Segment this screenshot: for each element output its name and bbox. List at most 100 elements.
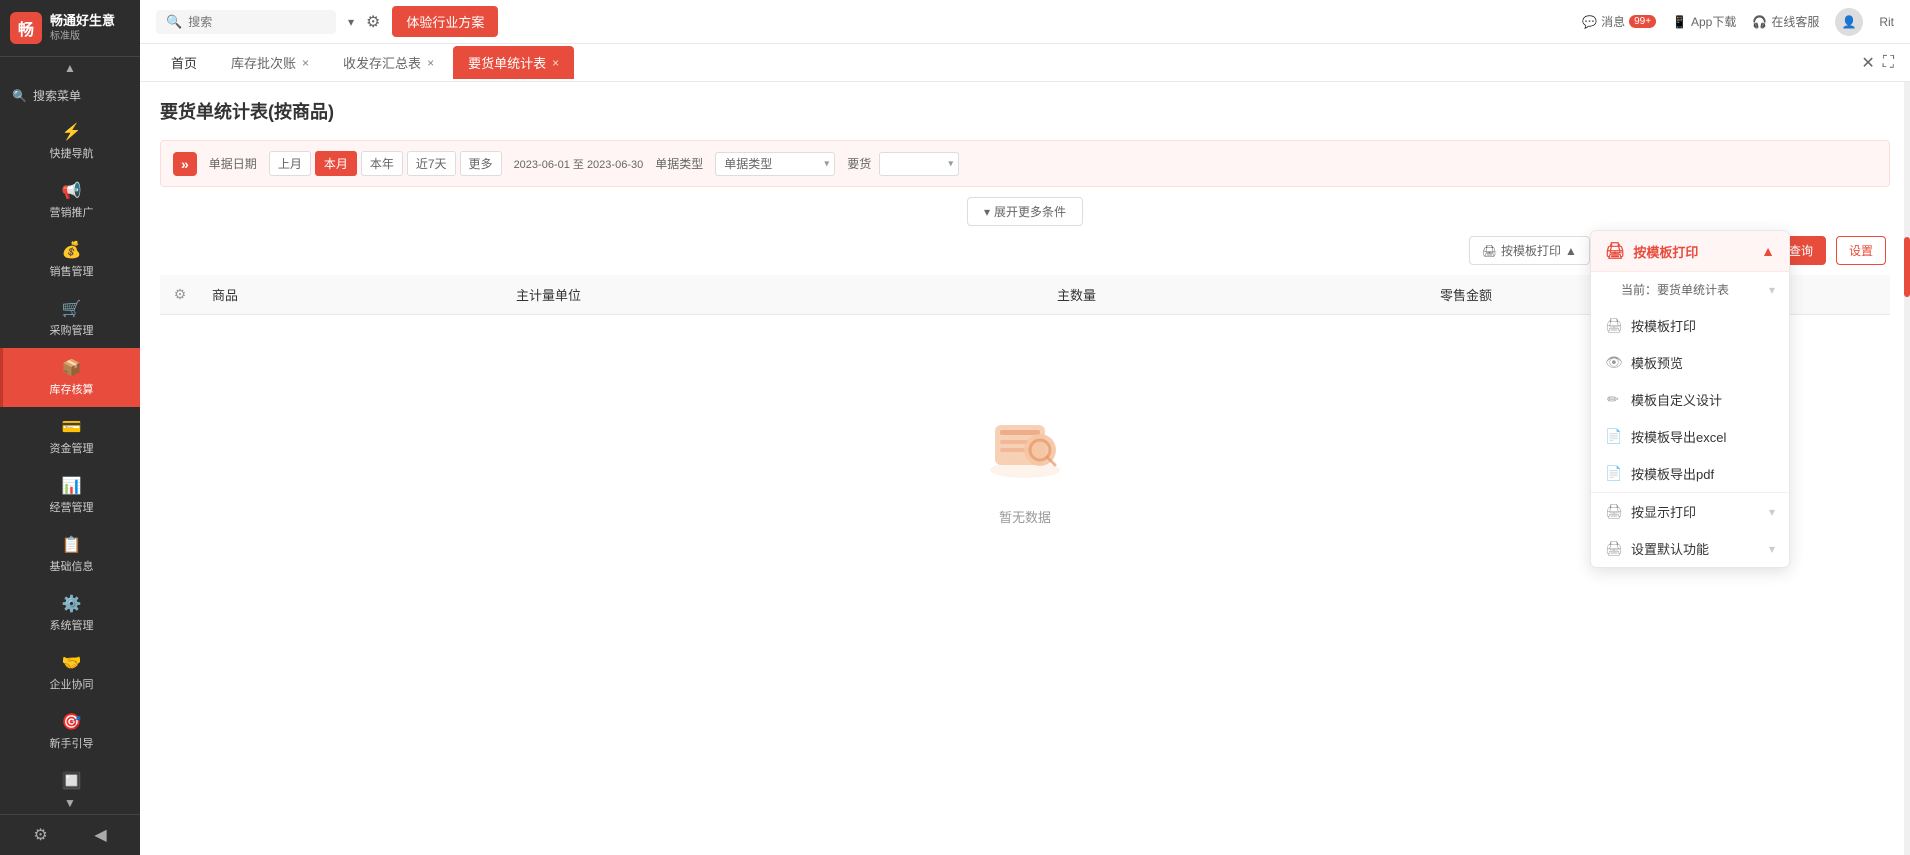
dropdown-item-template-custom[interactable]: ✏模板自定义设计	[1591, 381, 1789, 418]
sidebar-item-operation[interactable]: 📊经营管理	[0, 466, 140, 525]
topbar-app-download[interactable]: 📱 App下载	[1672, 13, 1736, 30]
sidebar-settings-icon[interactable]: ⚙	[33, 825, 47, 845]
dropdown-item-template-preview[interactable]: 👁模板预览	[1591, 344, 1789, 381]
topbar-search-input[interactable]	[188, 15, 308, 29]
tab-label-inventory-batch: 库存批次账	[231, 53, 296, 72]
tab-close-all-icon[interactable]: ✕	[1861, 53, 1874, 73]
expand-more-btn[interactable]: ▾ 展开更多条件	[967, 197, 1083, 226]
topbar-message[interactable]: 💬 消息 99+	[1582, 13, 1656, 30]
sidebar-scroll-down[interactable]: ▼	[0, 792, 140, 814]
app-download-label: App下载	[1691, 13, 1736, 30]
sidebar: 畅 畅通好生意 标准版 ▲ 🔍 搜索菜单 ⚡ 快捷导航 📢营销推广💰销售管理🛒采购管…	[0, 0, 140, 855]
filter-date-range: 2023-06-01 至 2023-06-30	[514, 156, 644, 172]
dropdown-current-label: 当前：要货单统计表	[1621, 281, 1729, 298]
topbar-search-wrap[interactable]: 🔍	[156, 10, 336, 34]
dropdown-item-template-export-pdf[interactable]: 📄按模板导出pdf	[1591, 455, 1789, 492]
sidebar-item-system[interactable]: ⚙️系统管理	[0, 584, 140, 643]
scrollbar-thumb[interactable]	[1904, 237, 1910, 297]
table-col-settings: ⚙	[160, 275, 200, 315]
app-logo-text: 畅通好生意 标准版	[50, 13, 115, 43]
tab-receivable-summary[interactable]: 收发存汇总表 ×	[328, 46, 449, 79]
sidebar-scroll-up[interactable]: ▲	[0, 57, 140, 79]
table-settings-icon[interactable]: ⚙	[174, 286, 187, 302]
filter-yaohuo-select-wrap	[879, 152, 959, 176]
dropdown-current-item[interactable]: 当前：要货单统计表 ▾	[1591, 272, 1789, 307]
sidebar-item-inventory[interactable]: 📦库存核算	[0, 348, 140, 407]
print-btn-chevron: ▲	[1565, 244, 1577, 258]
topbar-dropdown-arrow[interactable]: ▾	[348, 15, 354, 29]
filter-bar: » 单据日期 上月本月本年近7天更多 2023-06-01 至 2023-06-…	[160, 140, 1890, 187]
filter-date-btn-本年[interactable]: 本年	[361, 151, 403, 176]
sidebar-bottom: ⚙ ◀	[0, 814, 140, 855]
dropdown-header[interactable]: 🖨 按模板打印 ▲	[1591, 231, 1789, 272]
filter-date-btn-上月[interactable]: 上月	[269, 151, 311, 176]
dropdown-section-label-default-function: 设置默认功能	[1631, 539, 1709, 558]
settings-btn[interactable]: 设置	[1836, 236, 1886, 265]
sidebar-search[interactable]: 🔍 搜索菜单	[0, 79, 140, 112]
tab-order-stats[interactable]: 要货单统计表×	[453, 46, 574, 79]
topbar-search-icon: 🔍	[166, 14, 182, 30]
dropdown-section: 🖨按显示打印▾🖨设置默认功能▾	[1591, 492, 1789, 567]
expand-more-icon: ▾	[984, 205, 990, 219]
dropdown-section-item-display-print[interactable]: 🖨按显示打印▾	[1591, 493, 1789, 530]
sidebar-search-label: 搜索菜单	[33, 87, 81, 104]
nav-label-basic-info: 基础信息	[50, 558, 94, 574]
nav-icon-purchase: 🛒	[62, 299, 82, 319]
tab-expand-icon[interactable]: ⛶	[1883, 54, 1894, 72]
tab-close-inventory-batch[interactable]: ×	[302, 56, 309, 70]
filter-expand-row: ▾ 展开更多条件	[160, 197, 1890, 226]
dropdown-current-chevron: ▾	[1769, 283, 1775, 297]
message-badge: 99+	[1629, 15, 1656, 28]
filter-yaohuo-select[interactable]	[879, 152, 959, 176]
tab-inventory-batch[interactable]: 库存批次账 ×	[216, 46, 324, 79]
table-col-product: 商品	[200, 275, 504, 315]
topbar-online-service[interactable]: 🎧 在线客服	[1752, 13, 1819, 30]
dropdown-close-icon[interactable]: ▲	[1761, 243, 1775, 259]
sidebar-item-sales[interactable]: 💰销售管理	[0, 230, 140, 289]
dropdown-item-icon-template-custom: ✏	[1605, 391, 1621, 408]
dropdown-item-template-print[interactable]: 🖨按模板打印	[1591, 307, 1789, 344]
tab-close-receivable-summary[interactable]: ×	[427, 56, 434, 70]
sidebar-item-app-center[interactable]: 🔲应用中心	[0, 761, 140, 792]
filter-date-btn-近7天[interactable]: 近7天	[407, 151, 456, 176]
sidebar-item-quick-nav[interactable]: ⚡ 快捷导航	[0, 112, 140, 171]
topbar-gear-icon[interactable]: ⚙	[366, 12, 380, 32]
nav-icon-quick-nav: ⚡	[62, 122, 82, 142]
tab-label-receivable-summary: 收发存汇总表	[343, 53, 421, 72]
dropdown-item-template-export-excel[interactable]: 📄按模板导出excel	[1591, 418, 1789, 455]
online-service-icon: 🎧	[1752, 15, 1767, 29]
print-dropdown: 🖨 按模板打印 ▲ 当前：要货单统计表 ▾ 🖨按模板打印👁模板预览✏模板自定义设…	[1590, 230, 1790, 568]
dropdown-header-label: 按模板打印	[1633, 242, 1698, 261]
sidebar-logo[interactable]: 畅 畅通好生意 标准版	[0, 0, 140, 57]
sidebar-item-guide[interactable]: 🎯新手引导	[0, 702, 140, 761]
expand-more-label: 展开更多条件	[994, 203, 1066, 220]
dropdown-item-label-template-export-pdf: 按模板导出pdf	[1631, 464, 1714, 483]
online-service-label: 在线客服	[1771, 13, 1819, 30]
tab-home[interactable]: 首页	[156, 46, 212, 79]
message-label: 消息	[1601, 13, 1625, 30]
topbar-avatar[interactable]: 👤	[1835, 8, 1863, 36]
table-col-quantity: 主数量	[1045, 275, 1428, 315]
dropdown-section-arrow-default-function: ▾	[1769, 542, 1775, 556]
dropdown-item-label-template-preview: 模板预览	[1631, 353, 1683, 372]
sidebar-item-marketing[interactable]: 📢营销推广	[0, 171, 140, 230]
sidebar-item-cooperation[interactable]: 🤝企业协同	[0, 643, 140, 702]
tab-close-order-stats[interactable]: ×	[552, 56, 559, 70]
filter-type-label: 单据类型	[655, 155, 703, 172]
filter-type-select[interactable]: 单据类型	[715, 152, 835, 176]
sidebar-collapse-icon[interactable]: ◀	[94, 825, 106, 845]
nav-label-quick-nav: 快捷导航	[50, 145, 94, 161]
print-btn[interactable]: 🖨 按模板打印 ▲	[1469, 236, 1590, 265]
filter-type-select-wrap: 单据类型	[715, 152, 835, 176]
empty-text: 暂无数据	[999, 507, 1051, 526]
sidebar-item-purchase[interactable]: 🛒采购管理	[0, 289, 140, 348]
dropdown-section-item-default-function[interactable]: 🖨设置默认功能▾	[1591, 530, 1789, 567]
filter-expand-btn[interactable]: »	[173, 152, 197, 176]
sidebar-item-basic-info[interactable]: 📋基础信息	[0, 525, 140, 584]
trial-btn[interactable]: 体验行业方案	[392, 6, 498, 37]
main-area: 🔍 ▾ ⚙ 体验行业方案 💬 消息 99+ 📱 App下载 🎧 在线客服 👤 R…	[140, 0, 1910, 855]
filter-date-btn-本月[interactable]: 本月	[315, 151, 357, 176]
topbar-username[interactable]: Rit	[1879, 15, 1894, 29]
filter-date-btn-更多[interactable]: 更多	[460, 151, 502, 176]
sidebar-item-finance[interactable]: 💳资金管理	[0, 407, 140, 466]
